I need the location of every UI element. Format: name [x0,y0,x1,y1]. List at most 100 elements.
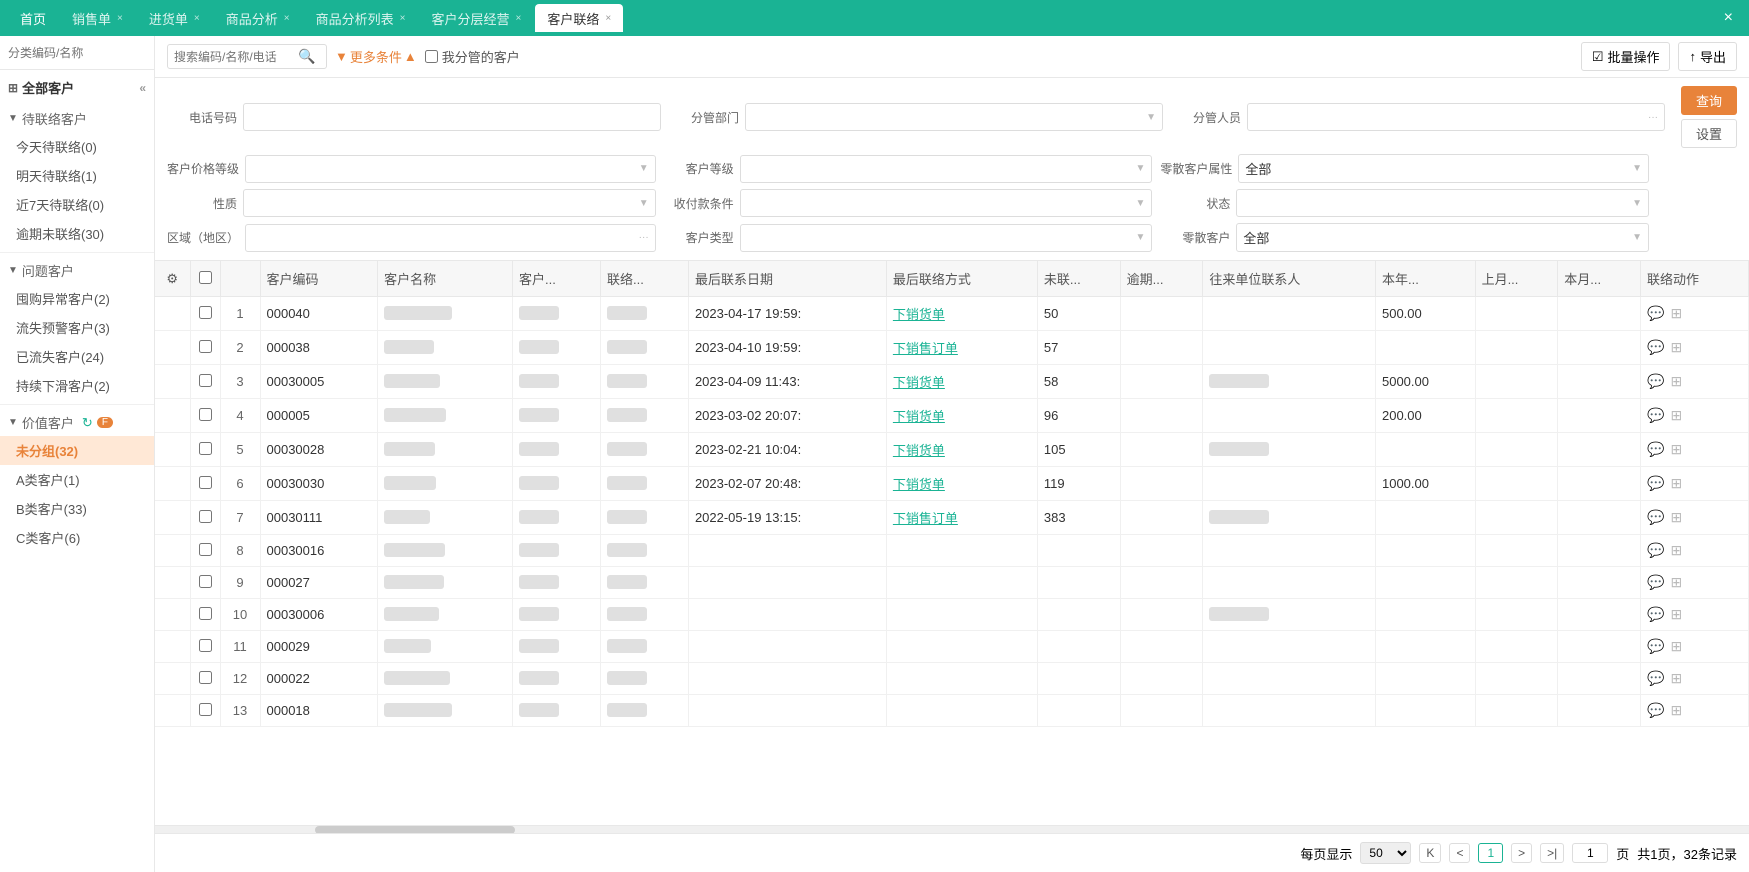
row-check-6[interactable] [190,501,220,535]
row-last-way-link-2[interactable]: 下销货单 [893,375,945,390]
batch-ops-button[interactable]: ☑ 批量操作 [1581,42,1671,71]
page-prev-button[interactable]: < [1449,843,1470,863]
more-icon-5[interactable]: ⊞ [1670,475,1682,492]
chat-icon-5[interactable]: 💬 [1647,475,1664,492]
row-check-3[interactable] [190,399,220,433]
row-last-way-link-6[interactable]: 下销售订单 [893,511,958,526]
row-last-way-0[interactable]: 下销货单 [886,297,1037,331]
row-check-2[interactable] [190,365,220,399]
query-button[interactable]: 查询 [1681,86,1737,115]
row-check-5[interactable] [190,467,220,501]
page-jump-input[interactable] [1572,843,1608,863]
sidebar-item-today[interactable]: 今天待联络(0) [0,132,154,161]
tab-customer-seg-close[interactable]: × [515,13,521,24]
row-checkbox-10[interactable] [199,639,212,652]
more-icon-8[interactable]: ⊞ [1670,574,1682,591]
chat-icon-4[interactable]: 💬 [1647,441,1664,458]
tab-customer-contact[interactable]: 客户联络 × [535,4,623,32]
chat-icon-0[interactable]: 💬 [1647,305,1664,322]
filter-search-icon[interactable]: 🔍 [298,48,315,65]
sidebar-item-a-class[interactable]: A类客户(1) [0,465,154,494]
sidebar-item-churned[interactable]: 已流失客户(24) [0,342,154,371]
sidebar-item-abnormal[interactable]: 囤购异常客户(2) [0,284,154,313]
sidebar-item-tomorrow[interactable]: 明天待联络(1) [0,161,154,190]
tab-product-list-close[interactable]: × [400,13,406,24]
tab-product-analysis-close[interactable]: × [284,13,290,24]
row-last-way-6[interactable]: 下销售订单 [886,501,1037,535]
row-check-8[interactable] [190,567,220,599]
more-icon-0[interactable]: ⊞ [1670,305,1682,322]
page-size-select[interactable]: 50 100 [1360,842,1411,864]
row-last-way-link-0[interactable]: 下销货单 [893,307,945,322]
page-next-button[interactable]: > [1511,843,1532,863]
row-checkbox-12[interactable] [199,703,212,716]
page-first-button[interactable]: K [1419,843,1441,863]
row-checkbox-7[interactable] [199,543,212,556]
row-checkbox-2[interactable] [199,374,212,387]
row-last-way-link-5[interactable]: 下销货单 [893,477,945,492]
row-check-0[interactable] [190,297,220,331]
sidebar-group-value[interactable]: ▼ 价值客户 ↻ F [0,409,154,436]
scatter-attr-select[interactable]: 全部▼ [1238,154,1649,183]
refresh-icon[interactable]: ↻ [82,415,93,431]
more-icon-3[interactable]: ⊞ [1670,407,1682,424]
cust-grade-select[interactable]: ▼ [740,155,1153,183]
row-last-way-5[interactable]: 下销货单 [886,467,1037,501]
chat-icon-2[interactable]: 💬 [1647,373,1664,390]
more-icon-4[interactable]: ⊞ [1670,441,1682,458]
row-checkbox-0[interactable] [199,306,212,319]
chat-icon-9[interactable]: 💬 [1647,606,1664,623]
sidebar-item-overdue[interactable]: 逾期未联络(30) [0,219,154,248]
row-checkbox-9[interactable] [199,607,212,620]
row-checkbox-8[interactable] [199,575,212,588]
chat-icon-3[interactable]: 💬 [1647,407,1664,424]
sidebar-item-declining[interactable]: 持续下滑客户(2) [0,371,154,400]
more-icon-12[interactable]: ⊞ [1670,702,1682,719]
col-check[interactable] [190,261,220,297]
chat-icon-10[interactable]: 💬 [1647,638,1664,655]
phone-input-field[interactable] [250,110,654,124]
row-last-way-1[interactable]: 下销售订单 [886,331,1037,365]
row-last-way-link-3[interactable]: 下销货单 [893,409,945,424]
chat-icon-8[interactable]: 💬 [1647,574,1664,591]
more-conditions-button[interactable]: ▼ 更多条件 ▲ [335,47,417,66]
dept-select[interactable]: ▼ [745,103,1163,131]
tab-home[interactable]: 首页 [8,4,58,32]
row-last-way-2[interactable]: 下销货单 [886,365,1037,399]
chat-icon-12[interactable]: 💬 [1647,702,1664,719]
row-check-9[interactable] [190,599,220,631]
collapse-icon[interactable]: « [139,81,146,95]
row-check-10[interactable] [190,631,220,663]
select-all-checkbox[interactable] [199,271,212,284]
col-setting[interactable]: ⚙ [155,261,190,297]
tab-product-analysis[interactable]: 商品分析 × [214,4,302,32]
more-icon-9[interactable]: ⊞ [1670,606,1682,623]
row-check-1[interactable] [190,331,220,365]
row-last-way-link-4[interactable]: 下销货单 [893,443,945,458]
row-checkbox-5[interactable] [199,476,212,489]
payment-select[interactable]: ▼ [740,189,1153,217]
sidebar-item-churn-risk[interactable]: 流失预警客户(3) [0,313,154,342]
my-customers-checkbox-area[interactable]: 我分管的客户 [425,47,520,66]
row-checkbox-6[interactable] [199,510,212,523]
sidebar-search-input[interactable] [8,46,155,60]
cust-type-select[interactable]: ▼ [740,224,1153,252]
tab-sales-close[interactable]: × [117,13,123,24]
more-icon-1[interactable]: ⊞ [1670,339,1682,356]
row-checkbox-4[interactable] [199,442,212,455]
sidebar-group-pending[interactable]: ▼ 待联络客户 [0,105,154,132]
tab-product-list[interactable]: 商品分析列表 × [304,4,418,32]
sidebar-item-7days[interactable]: 近7天待联络(0) [0,190,154,219]
chat-icon-6[interactable]: 💬 [1647,509,1664,526]
sidebar-item-b-class[interactable]: B类客户(33) [0,494,154,523]
row-check-4[interactable] [190,433,220,467]
row-checkbox-11[interactable] [199,671,212,684]
tab-purchase-close[interactable]: × [194,13,200,24]
tab-customer-contact-close[interactable]: × [605,13,611,24]
more-icon-11[interactable]: ⊞ [1670,670,1682,687]
my-customers-checkbox[interactable] [425,50,438,63]
tab-customer-seg[interactable]: 客户分层经营 × [419,4,533,32]
price-grade-select[interactable]: ▼ [245,155,656,183]
sidebar-item-c-class[interactable]: C类客户(6) [0,523,154,552]
row-checkbox-1[interactable] [199,340,212,353]
